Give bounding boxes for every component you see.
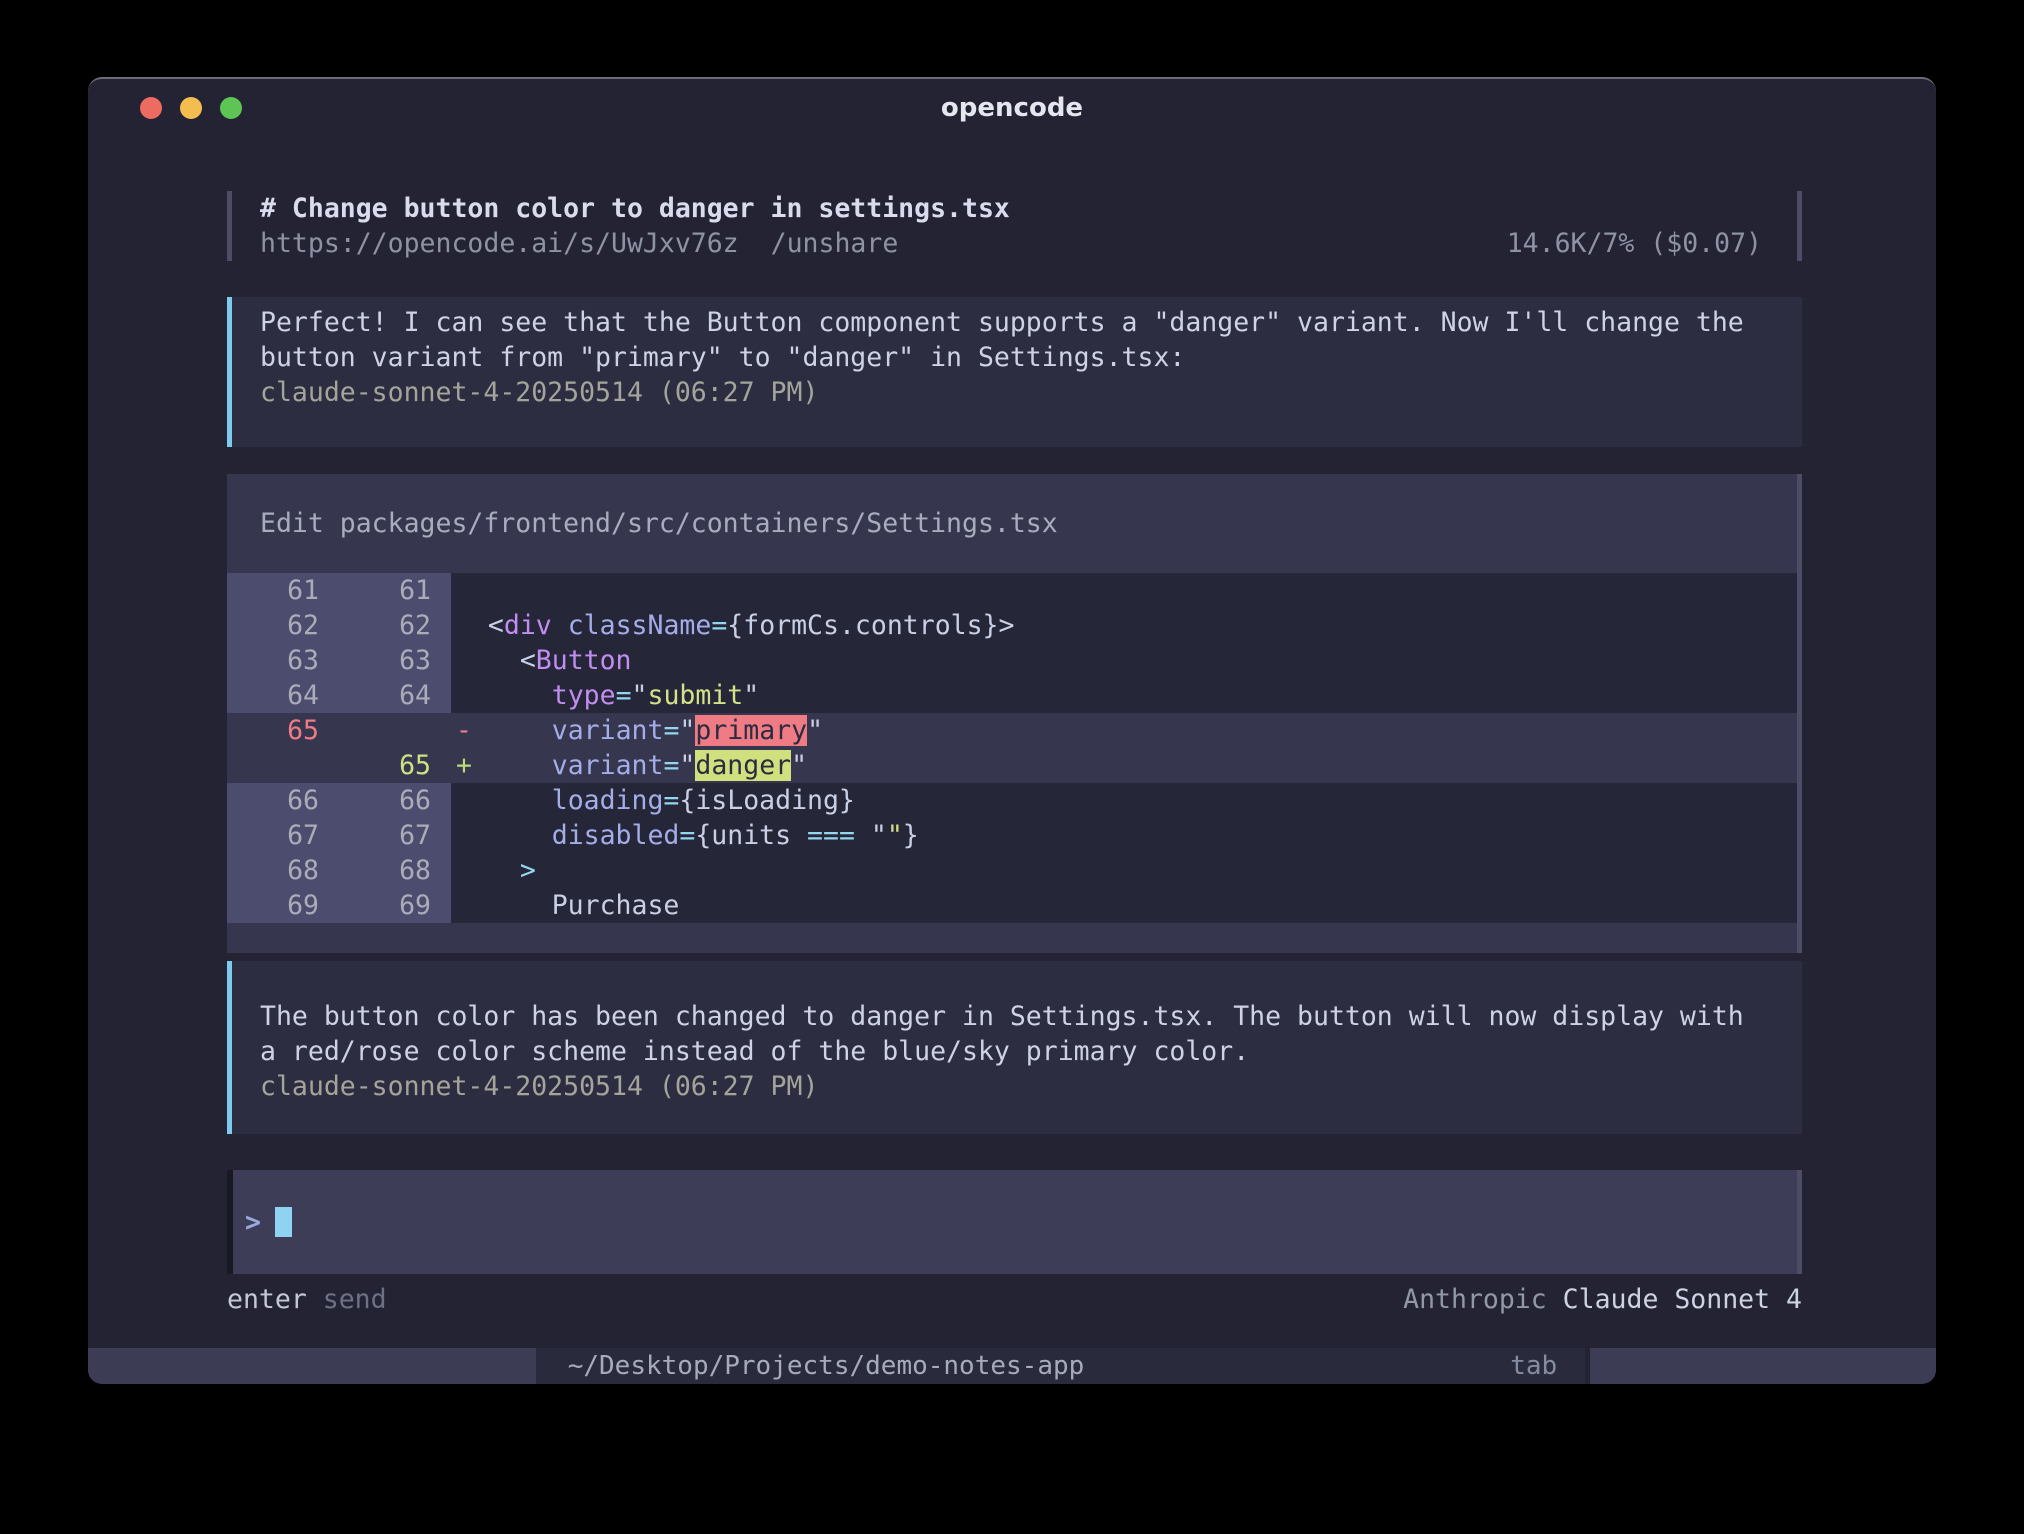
provider-label: Anthropic bbox=[1403, 1284, 1547, 1315]
app-version-chip: opencode v0.3.11 bbox=[88, 1348, 536, 1384]
diff-code-line bbox=[451, 573, 1797, 608]
diff-code-line: + variant="danger" bbox=[451, 748, 1797, 783]
diff-row: 6767 disabled={units === ""} bbox=[227, 818, 1797, 853]
diff-old-lineno: 68 bbox=[227, 853, 339, 888]
diff-old-lineno: 67 bbox=[227, 818, 339, 853]
diff-new-lineno: 65 bbox=[339, 748, 451, 783]
diff-row: 65+ variant="danger" bbox=[227, 748, 1797, 783]
diff-old-lineno: 66 bbox=[227, 783, 339, 818]
diff-new-lineno: 61 bbox=[339, 573, 451, 608]
diff-rows: 61616262 <div className={formCs.controls… bbox=[227, 573, 1797, 923]
status-bar: opencode v0.3.11 ~/Desktop/Projects/demo… bbox=[88, 1348, 1936, 1384]
diff-old-lineno bbox=[227, 748, 339, 783]
screen: opencode # Change button color to danger… bbox=[0, 0, 2024, 1534]
unshare-command[interactable]: /unshare bbox=[771, 226, 899, 261]
send-hint: enter send bbox=[227, 1282, 387, 1317]
diff-new-lineno: 62 bbox=[339, 608, 451, 643]
diff-code-line: type="submit" bbox=[451, 678, 1797, 713]
close-button[interactable] bbox=[140, 97, 162, 119]
titlebar: opencode bbox=[88, 79, 1936, 137]
diff-old-lineno: 64 bbox=[227, 678, 339, 713]
diff-new-lineno: 68 bbox=[339, 853, 451, 888]
diff-old-lineno: 61 bbox=[227, 573, 339, 608]
share-url-link[interactable]: https://opencode.ai/s/UwJxv76z bbox=[260, 226, 739, 261]
diff-code-line: Purchase bbox=[451, 888, 1797, 923]
diff-row: 6666 loading={isLoading} bbox=[227, 783, 1797, 818]
traffic-lights bbox=[140, 97, 242, 119]
diff-new-lineno: 63 bbox=[339, 643, 451, 678]
assistant-message: The button color has been changed to dan… bbox=[227, 961, 1802, 1134]
diff-old-lineno: 63 bbox=[227, 643, 339, 678]
model-indicator: Anthropic Claude Sonnet 4 bbox=[1403, 1282, 1802, 1317]
opencode-window: opencode # Change button color to danger… bbox=[88, 77, 1936, 1384]
diff-new-lineno: 64 bbox=[339, 678, 451, 713]
message-text-line: Perfect! I can see that the Button compo… bbox=[260, 305, 1774, 340]
diff-code-line: loading={isLoading} bbox=[451, 783, 1797, 818]
diff-code-line: - variant="primary" bbox=[451, 713, 1797, 748]
minimize-button[interactable] bbox=[180, 97, 202, 119]
diff-row: 6262 <div className={formCs.controls}> bbox=[227, 608, 1797, 643]
diff-old-lineno: 62 bbox=[227, 608, 339, 643]
prompt-chevron: > bbox=[245, 1205, 261, 1240]
text-cursor bbox=[275, 1207, 292, 1237]
diff-new-lineno: 69 bbox=[339, 888, 451, 923]
diff-row: 65 - variant="primary" bbox=[227, 713, 1797, 748]
tab-key-hint: tab bbox=[1510, 1348, 1585, 1384]
prompt-input[interactable]: > bbox=[227, 1170, 1802, 1274]
message-model-timestamp: claude-sonnet-4-20250514 (06:27 PM) bbox=[260, 375, 1774, 410]
zoom-button[interactable] bbox=[220, 97, 242, 119]
diff-old-lineno: 69 bbox=[227, 888, 339, 923]
message-text-line: The button color has been changed to dan… bbox=[260, 999, 1774, 1034]
diff-new-lineno bbox=[339, 713, 451, 748]
context-usage-stats: 14.6K/7% ($0.07) bbox=[1507, 226, 1762, 261]
diff-row: 6161 bbox=[227, 573, 1797, 608]
diff-code-line: disabled={units === ""} bbox=[451, 818, 1797, 853]
diff-new-lineno: 67 bbox=[339, 818, 451, 853]
diff-row: 6868 > bbox=[227, 853, 1797, 888]
model-label: Claude Sonnet 4 bbox=[1547, 1284, 1802, 1315]
working-directory: ~/Desktop/Projects/demo-notes-app bbox=[536, 1348, 1085, 1384]
edit-tool-card: Edit packages/frontend/src/containers/Se… bbox=[227, 474, 1802, 953]
diff-row: 6464 type="submit" bbox=[227, 678, 1797, 713]
session-header: # Change button color to danger in setti… bbox=[227, 191, 1802, 261]
message-text-line: button variant from "primary" to "danger… bbox=[260, 340, 1774, 375]
enter-key-hint: enter bbox=[227, 1284, 307, 1315]
diff-code-line: <Button bbox=[451, 643, 1797, 678]
assistant-message: Perfect! I can see that the Button compo… bbox=[227, 297, 1802, 447]
mode-chip[interactable]: BUILD MODE bbox=[1590, 1348, 1936, 1384]
statusbar-spacer bbox=[1084, 1348, 1510, 1384]
message-text-line: a red/rose color scheme instead of the b… bbox=[260, 1034, 1774, 1069]
diff-code-line: > bbox=[451, 853, 1797, 888]
message-model-timestamp: claude-sonnet-4-20250514 (06:27 PM) bbox=[260, 1069, 1774, 1104]
hint-row: enter send Anthropic Claude Sonnet 4 bbox=[227, 1282, 1802, 1317]
diff-row: 6969 Purchase bbox=[227, 888, 1797, 923]
diff-code-line: <div className={formCs.controls}> bbox=[451, 608, 1797, 643]
diff-row: 6363 <Button bbox=[227, 643, 1797, 678]
send-action-label: send bbox=[307, 1284, 387, 1315]
edit-tool-title: Edit packages/frontend/src/containers/Se… bbox=[227, 474, 1797, 573]
session-subheader: https://opencode.ai/s/UwJxv76z /unshare … bbox=[260, 226, 1762, 261]
window-title: opencode bbox=[941, 93, 1083, 123]
diff-new-lineno: 66 bbox=[339, 783, 451, 818]
diff-old-lineno: 65 bbox=[227, 713, 339, 748]
session-title: # Change button color to danger in setti… bbox=[260, 191, 1762, 226]
